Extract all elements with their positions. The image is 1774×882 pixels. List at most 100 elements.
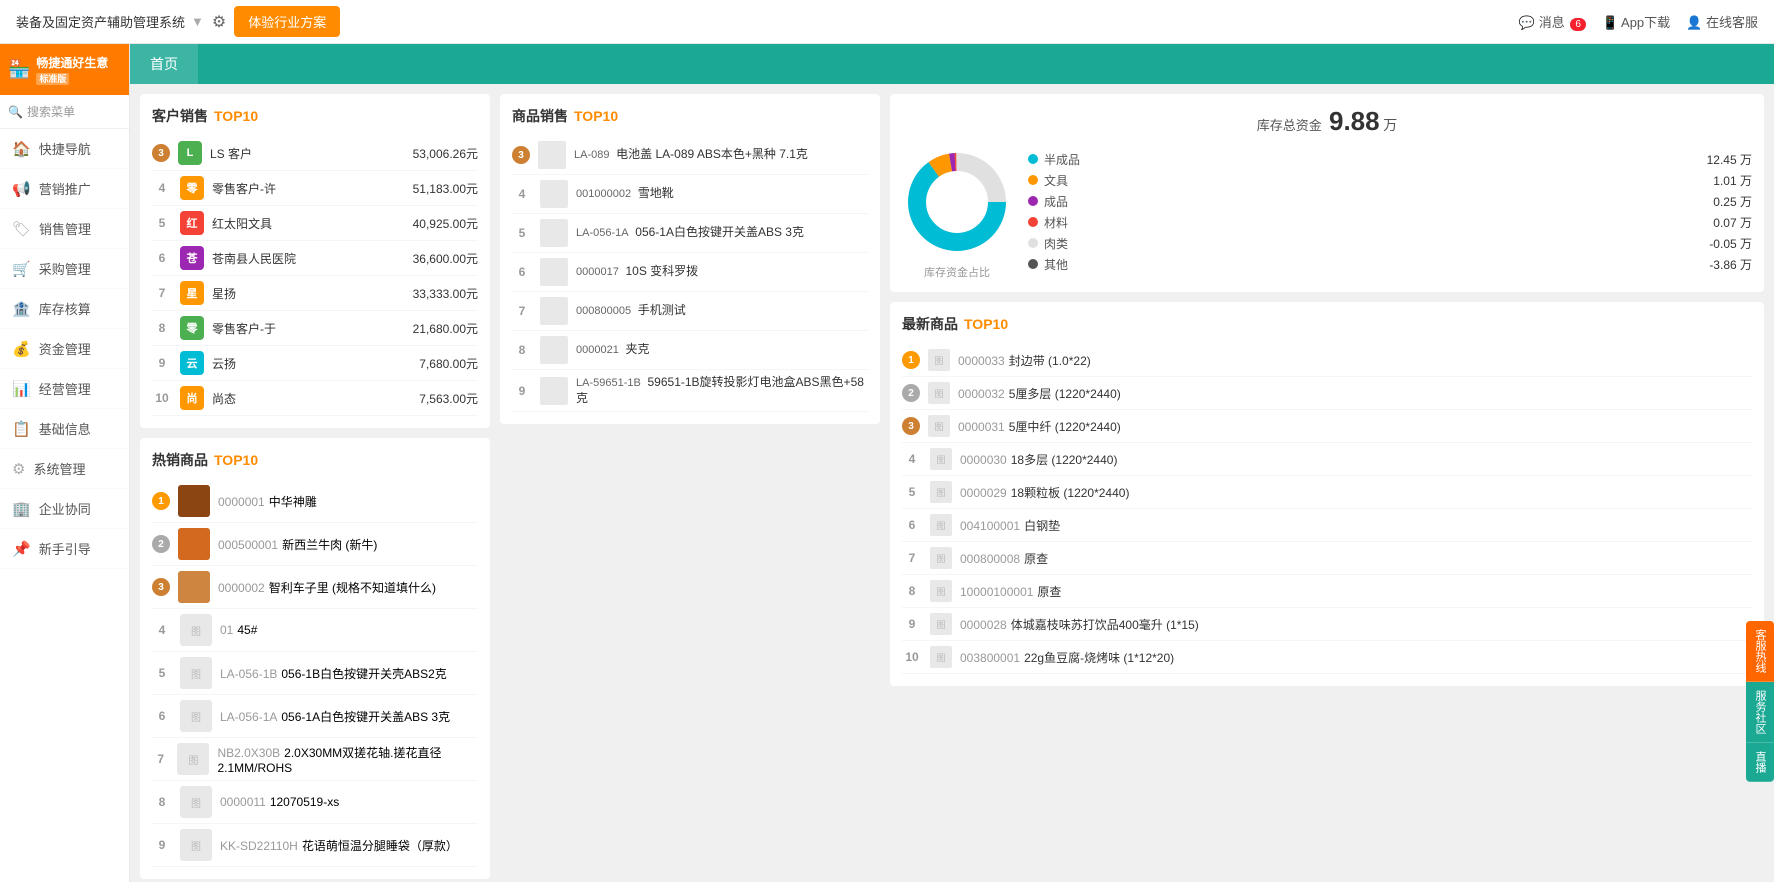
rank-num: 8 [152, 321, 172, 335]
right-column: 库存总资金 9.88 万 [890, 94, 1764, 872]
rank-num: 9 [902, 617, 922, 631]
product-sales-top10-card: 商品销售TOP10 3 LA-089 电池盖 LA-089 ABS本色+黑种 7… [500, 94, 880, 424]
sidebar-item-sales[interactable]: 🏷 销售管理 [0, 209, 129, 249]
product-thumbnail [540, 336, 568, 364]
sidebar-item-label: 库存核算 [39, 299, 91, 318]
inventory-chart-area: 库存资金占比 半成品 12.45 万 文具 1.01 万 [902, 147, 1752, 280]
donut-chart-container: 库存资金占比 [902, 147, 1012, 280]
sidebar-item-system[interactable]: ⚙ 系统管理 [0, 449, 129, 489]
sidebar-item-label: 系统管理 [33, 459, 85, 478]
rank-num: 3 [152, 144, 170, 162]
product-thumbnail [538, 141, 566, 169]
hot-item: 9 图 KK-SD22110H花语萌恒温分腿睡袋（厚款） [152, 824, 478, 867]
rank-num: 10 [152, 391, 172, 405]
avatar: 尚 [180, 386, 204, 410]
latest-products-list: 1 图 0000033封边带 (1.0*22) 2 图 00000325厘多层 … [902, 344, 1752, 674]
sidebar-item-guide[interactable]: 📌 新手引导 [0, 529, 129, 569]
product-info: LA-59651-1B 59651-1B旋转投影灯电池盒ABS黑色+58克 [576, 375, 868, 406]
sidebar-item-marketing[interactable]: 📢 营销推广 [0, 169, 129, 209]
inventory-total: 库存总资金 9.88 万 [902, 106, 1752, 137]
trial-button[interactable]: 体验行业方案 [234, 6, 340, 37]
operation-icon: 📊 [12, 380, 31, 398]
marketing-icon: 📢 [12, 180, 31, 198]
sidebar: 🏪 畅捷通好生意 标准版 🔍 搜索菜单 🏠 快捷导航 📢 营销推广 🏷 销售管理… [0, 44, 130, 882]
latest-item: 1 图 0000033封边带 (1.0*22) [902, 344, 1752, 377]
avatar: 零 [180, 176, 204, 200]
product-thumbnail [540, 297, 568, 325]
avatar: 云 [180, 351, 204, 375]
sidebar-item-label: 资金管理 [39, 339, 91, 358]
app-download-btn[interactable]: 📱 App下载 [1602, 12, 1670, 31]
float-btn-broadcast[interactable]: 直播 [1746, 743, 1774, 782]
sidebar-item-operation[interactable]: 📊 经营管理 [0, 369, 129, 409]
latest-item: 5 图 000002918颗粒板 (1220*2440) [902, 476, 1752, 509]
product-rank-item: 4 001000002 雪地靴 [512, 175, 868, 214]
sidebar-item-inventory[interactable]: 🏦 库存核算 [0, 289, 129, 329]
tab-home[interactable]: 首页 [130, 44, 198, 84]
rank-num: 3 [512, 146, 530, 164]
latest-item: 8 图 10000100001原查 [902, 575, 1752, 608]
system-selector[interactable]: 装备及固定资产辅助管理系统 ▼ [16, 12, 204, 31]
rank-num: 9 [152, 838, 172, 852]
float-btn-community[interactable]: 服务社区 [1746, 682, 1774, 743]
product-thumbnail [178, 528, 210, 560]
product-rank-item: 9 LA-59651-1B 59651-1B旋转投影灯电池盒ABS黑色+58克 [512, 370, 868, 412]
inventory-card: 库存总资金 9.88 万 [890, 94, 1764, 292]
rank-num: 8 [902, 584, 922, 598]
avatar: 零 [180, 316, 204, 340]
latest-item: 6 图 004100001白钢垫 [902, 509, 1752, 542]
online-service-btn[interactable]: 👤 在线客服 [1686, 12, 1758, 31]
donut-chart [902, 147, 1012, 257]
logo-text: 畅捷通好生意 [36, 54, 108, 71]
product-thumbnail [178, 485, 210, 517]
customer-rank-item: 6 苍 苍南县人民医院 36,600.00元 [152, 241, 478, 276]
base-icon: 📋 [12, 420, 31, 438]
product-thumbnail: 图 [928, 382, 950, 404]
rank-num: 3 [902, 417, 920, 435]
topbar: 装备及固定资产辅助管理系统 ▼ ⚙ 体验行业方案 💬 消息 6 📱 App下载 … [0, 0, 1774, 44]
message-btn[interactable]: 💬 消息 6 [1519, 12, 1586, 31]
rank-num: 1 [902, 351, 920, 369]
float-btn-service[interactable]: 客服热线 [1746, 621, 1774, 682]
product-thumbnail: 图 [180, 786, 212, 818]
product-thumbnail [540, 180, 568, 208]
dropdown-icon: ▼ [191, 14, 204, 29]
rank-num: 6 [152, 709, 172, 723]
customer-rank-item: 8 零 零售客户-于 21,680.00元 [152, 311, 478, 346]
nav-tabs: 首页 [130, 44, 1774, 84]
hot-products-card: 热销商品 TOP10 1 0000001中华神雕 2 000500001新西兰牛… [140, 438, 490, 879]
rank-num: 7 [902, 551, 922, 565]
purchase-icon: 🛒 [12, 260, 31, 278]
latest-products-title: 最新商品 TOP10 [902, 314, 1752, 334]
search-menu-btn[interactable]: 🔍 搜索菜单 [0, 95, 129, 129]
topbar-left: 装备及固定资产辅助管理系统 ▼ ⚙ 体验行业方案 [16, 6, 340, 37]
settings-icon[interactable]: ⚙ [212, 12, 226, 32]
sidebar-item-corp[interactable]: 🏢 企业协同 [0, 489, 129, 529]
product-rank-item: 5 LA-056-1A 056-1A白色按键开关盖ABS 3克 [512, 214, 868, 253]
product-thumbnail: 图 [928, 415, 950, 437]
hot-item: 7 图 NB2.0X30B2.0X30MM双搓花轴.搓花直径2.1MM/ROHS [152, 738, 478, 781]
rank-num: 8 [512, 343, 532, 357]
product-thumbnail: 图 [177, 743, 209, 775]
legend-dot [1028, 217, 1038, 227]
inventory-value: 9.88 [1329, 106, 1380, 136]
sidebar-item-base[interactable]: 📋 基础信息 [0, 409, 129, 449]
sidebar-item-purchase[interactable]: 🛒 采购管理 [0, 249, 129, 289]
product-rank-item: 3 LA-089 电池盖 LA-089 ABS本色+黑种 7.1克 [512, 136, 868, 175]
customer-rank-item: 5 红 红太阳文具 40,925.00元 [152, 206, 478, 241]
rank-num: 3 [152, 578, 170, 596]
sidebar-item-label: 营销推广 [39, 179, 91, 198]
hot-item: 2 000500001新西兰牛肉 (新牛) [152, 523, 478, 566]
sidebar-item-label: 企业协同 [39, 499, 91, 518]
sidebar-item-label: 经营管理 [39, 379, 91, 398]
inventory-legend: 半成品 12.45 万 文具 1.01 万 成品 0 [1028, 151, 1752, 277]
sidebar-item-quick-nav[interactable]: 🏠 快捷导航 [0, 129, 129, 169]
product-info: 001000002 雪地靴 [576, 186, 868, 202]
avatar: 红 [180, 211, 204, 235]
sidebar-item-finance[interactable]: 💰 资金管理 [0, 329, 129, 369]
legend-dot [1028, 259, 1038, 269]
rank-num: 4 [152, 623, 172, 637]
customer-rank-item: 10 尚 尚态 7,563.00元 [152, 381, 478, 416]
content-area: 首页 客户销售TOP10 3 L LS 客户 5 [130, 44, 1774, 882]
rank-num: 9 [152, 356, 172, 370]
